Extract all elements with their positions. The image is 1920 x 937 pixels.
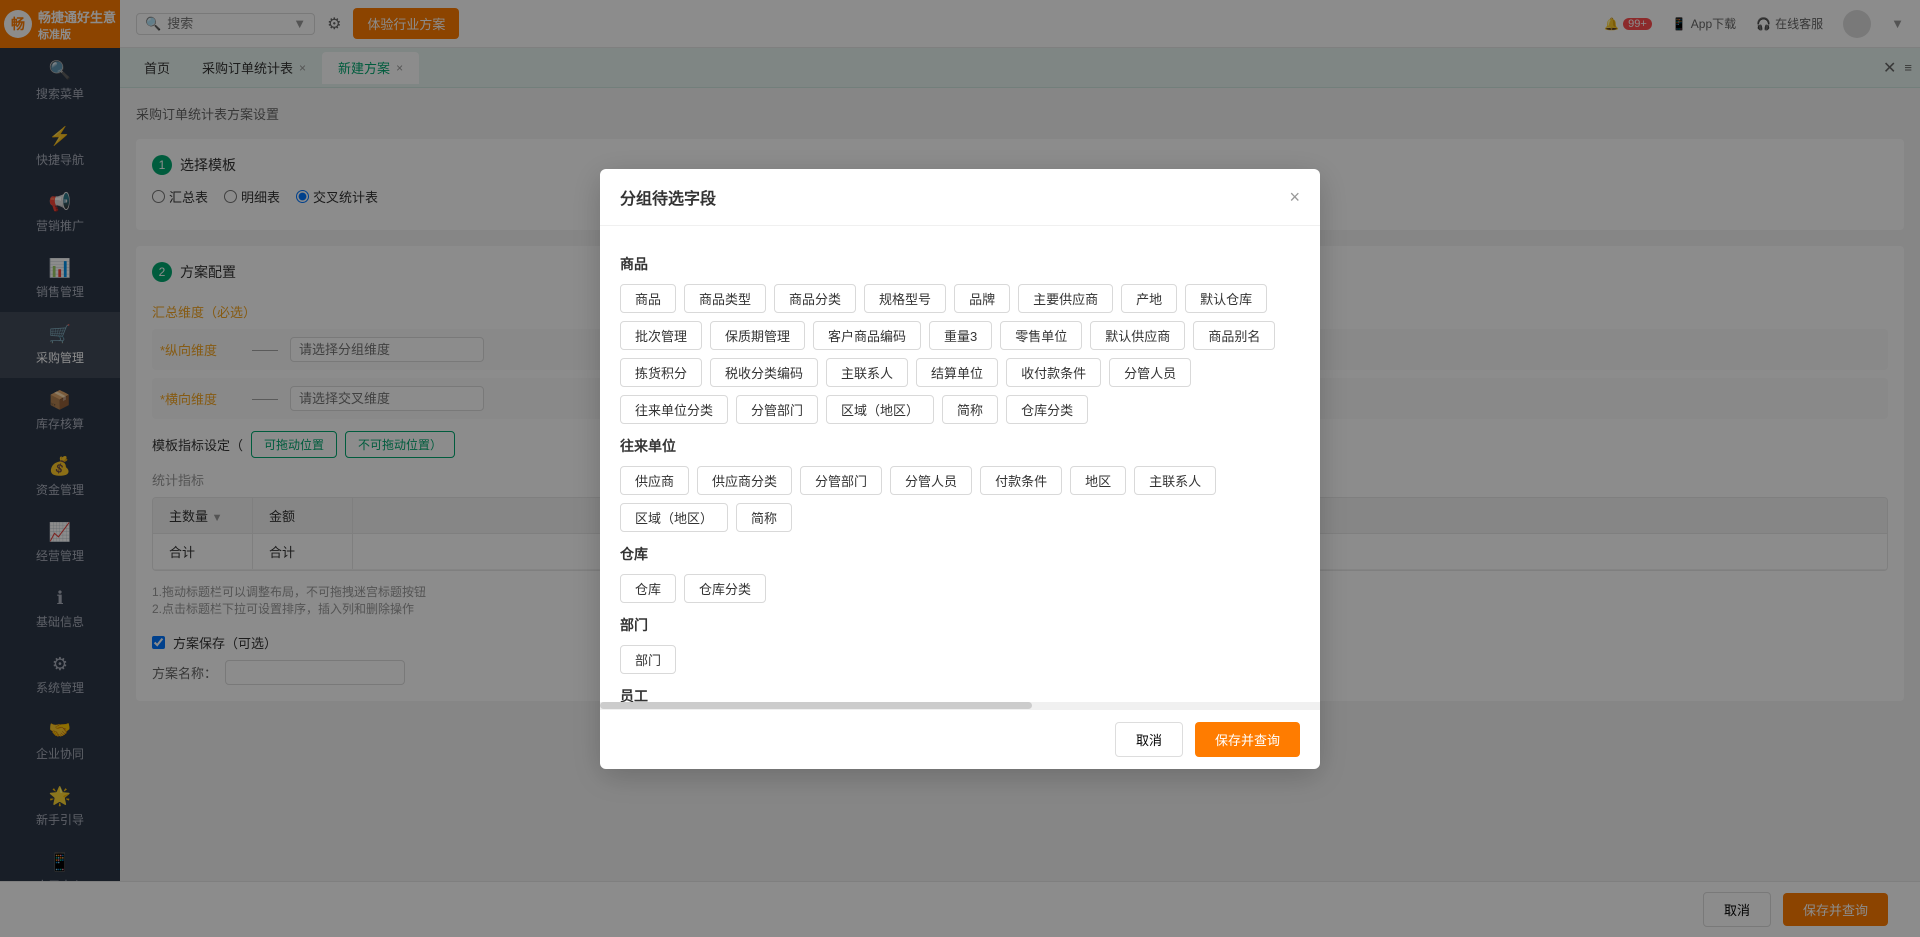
field-tag[interactable]: 产地 (1121, 284, 1177, 313)
modal-footer: 取消 保存并查询 (600, 709, 1320, 769)
modal-title: 分组待选字段 (620, 185, 716, 209)
field-tag[interactable]: 批次管理 (620, 321, 702, 350)
field-tag[interactable]: 供应商 (620, 466, 689, 495)
field-tag[interactable]: 规格型号 (864, 284, 946, 313)
field-tag[interactable]: 仓库分类 (684, 574, 766, 603)
field-tag[interactable]: 默认供应商 (1090, 321, 1185, 350)
modal-overlay: 分组待选字段 × 商品商品商品类型商品分类规格型号品牌主要供应商产地默认仓库批次… (0, 0, 1920, 937)
section-title-department: 部门 (620, 615, 1300, 635)
field-tag[interactable]: 往来单位分类 (620, 395, 728, 424)
field-tag[interactable]: 品牌 (954, 284, 1010, 313)
field-tag[interactable]: 分管人员 (1109, 358, 1191, 387)
field-tag[interactable]: 重量3 (929, 321, 992, 350)
field-tag[interactable]: 分管人员 (890, 466, 972, 495)
modal-confirm-btn[interactable]: 保存并查询 (1195, 722, 1300, 757)
field-tag[interactable]: 分管部门 (736, 395, 818, 424)
field-tag[interactable]: 保质期管理 (710, 321, 805, 350)
field-tag[interactable]: 简称 (942, 395, 998, 424)
section-title-staff: 员工 (620, 686, 1300, 703)
field-tag[interactable]: 收付款条件 (1006, 358, 1101, 387)
field-tag[interactable]: 简称 (736, 503, 792, 532)
modal-body: 商品商品商品类型商品分类规格型号品牌主要供应商产地默认仓库批次管理保质期管理客户… (600, 226, 1320, 703)
section-title-partner: 往来单位 (620, 436, 1300, 456)
field-tag[interactable]: 默认仓库 (1185, 284, 1267, 313)
field-tags-department: 部门 (620, 645, 1300, 674)
modal-close-button[interactable]: × (1289, 188, 1300, 206)
modal-cancel-btn[interactable]: 取消 (1115, 722, 1183, 757)
field-tags-warehouse: 仓库仓库分类 (620, 574, 1300, 603)
field-tag[interactable]: 主联系人 (826, 358, 908, 387)
field-tag[interactable]: 税收分类编码 (710, 358, 818, 387)
field-tag[interactable]: 主要供应商 (1018, 284, 1113, 313)
field-tag[interactable]: 商品类型 (684, 284, 766, 313)
field-tag[interactable]: 部门 (620, 645, 676, 674)
field-tags-partner: 供应商供应商分类分管部门分管人员付款条件地区主联系人区域（地区） 简称 (620, 466, 1300, 532)
field-tag[interactable]: 商品分类 (774, 284, 856, 313)
field-tag[interactable]: 付款条件 (980, 466, 1062, 495)
field-tag[interactable]: 客户商品编码 (813, 321, 921, 350)
field-tag[interactable]: 分管部门 (800, 466, 882, 495)
field-tag[interactable]: 零售单位 (1000, 321, 1082, 350)
field-tag[interactable]: 供应商分类 (697, 466, 792, 495)
scrollbar-thumb (600, 702, 1032, 708)
field-tag[interactable]: 商品 (620, 284, 676, 313)
field-tag[interactable]: 拣货积分 (620, 358, 702, 387)
field-tag[interactable]: 商品别名 (1193, 321, 1275, 350)
field-tag[interactable]: 区域（地区） (826, 395, 934, 424)
modal: 分组待选字段 × 商品商品商品类型商品分类规格型号品牌主要供应商产地默认仓库批次… (600, 169, 1320, 769)
field-tag[interactable]: 仓库 (620, 574, 676, 603)
section-title-goods: 商品 (620, 254, 1300, 274)
horizontal-scrollbar[interactable] (600, 702, 1320, 708)
field-tags-goods: 商品商品类型商品分类规格型号品牌主要供应商产地默认仓库批次管理保质期管理客户商品… (620, 284, 1300, 424)
modal-header: 分组待选字段 × (600, 169, 1320, 226)
field-tag[interactable]: 区域（地区） (620, 503, 728, 532)
field-tag[interactable]: 地区 (1070, 466, 1126, 495)
field-tag[interactable]: 结算单位 (916, 358, 998, 387)
field-tag[interactable]: 主联系人 (1134, 466, 1216, 495)
field-tag[interactable]: 仓库分类 (1006, 395, 1088, 424)
section-title-warehouse: 仓库 (620, 544, 1300, 564)
